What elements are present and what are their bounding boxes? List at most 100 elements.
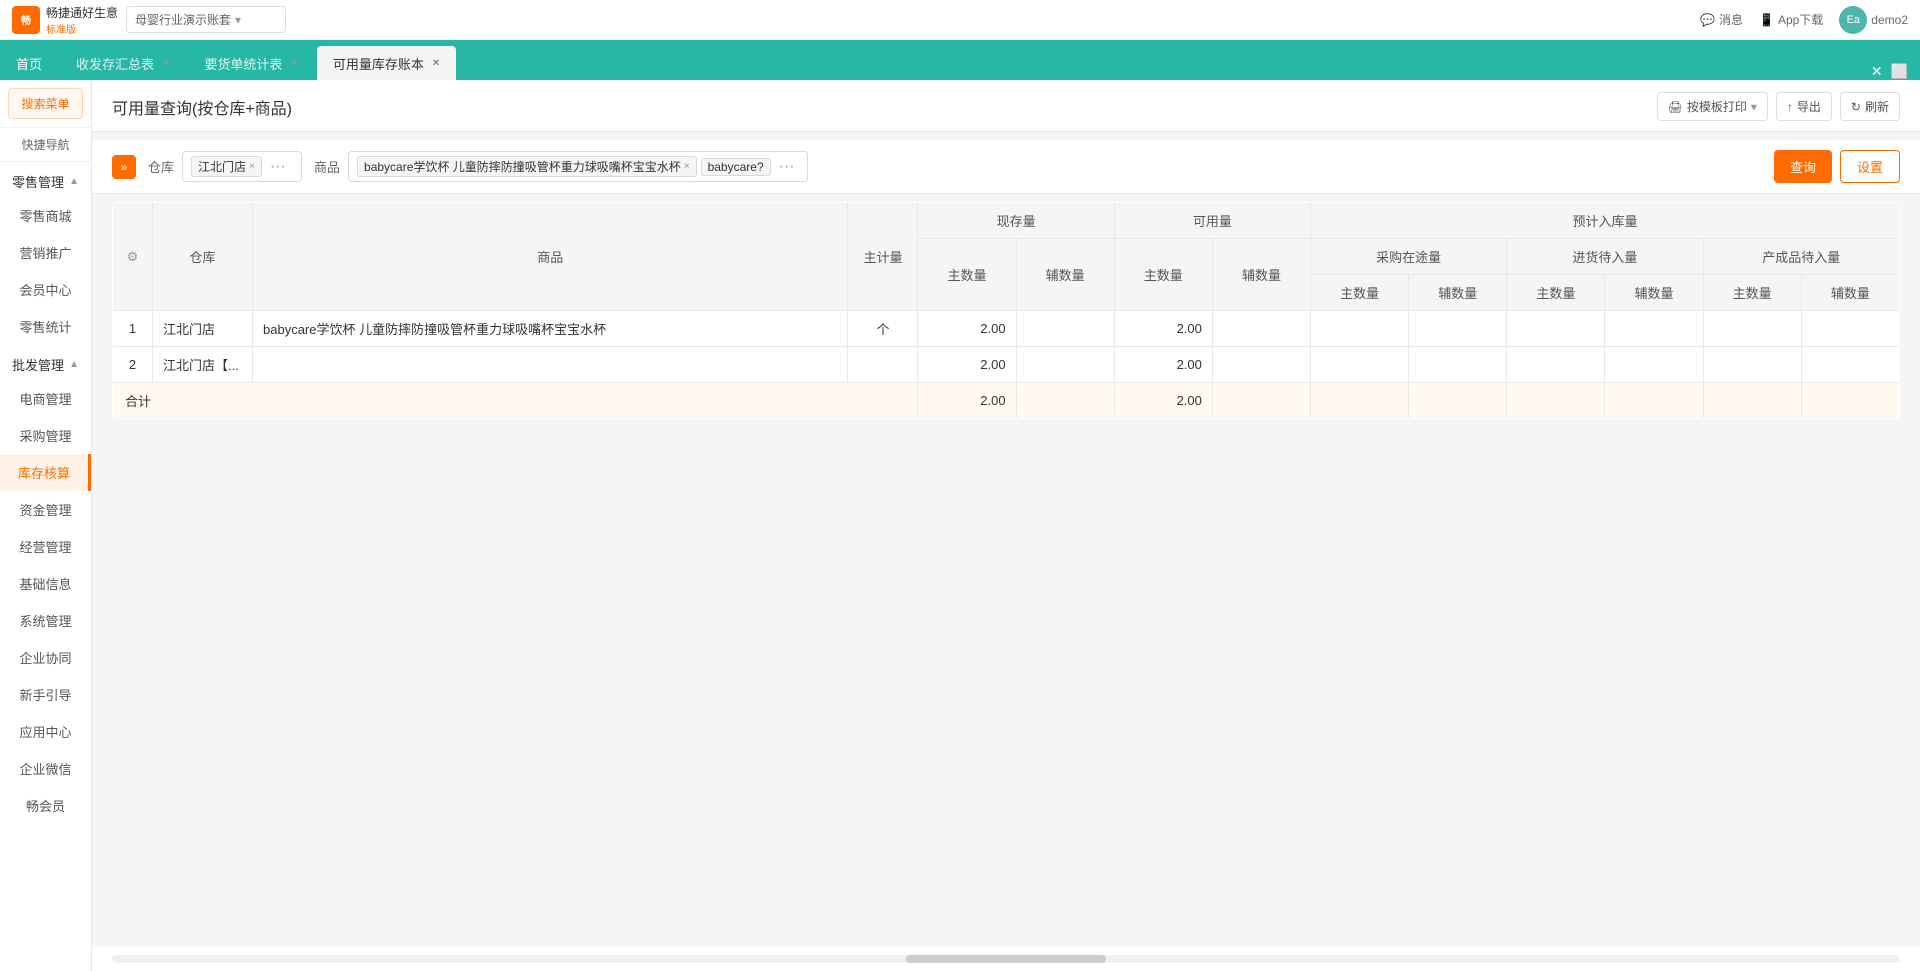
- close-tab-order[interactable]: ✕: [290, 58, 298, 69]
- cell-warehouse: 江北门店【...: [153, 347, 253, 383]
- search-btn[interactable]: 查询: [1774, 150, 1832, 183]
- sidebar-item-retail-mall[interactable]: 零售商城: [0, 197, 91, 234]
- tab-home[interactable]: 首页: [0, 46, 58, 80]
- th-prod-main: 主数量: [1703, 275, 1801, 311]
- app-download-btn[interactable]: 📱 App下载: [1759, 11, 1823, 28]
- print-icon: 🖨: [1668, 100, 1683, 114]
- footer-pur-main: [1311, 383, 1409, 419]
- sidebar-group-retail[interactable]: 零售管理 ▲: [0, 162, 91, 197]
- table-row: 2 江北门店【... 2.00 2.00: [113, 347, 1900, 383]
- logo-area: 畅 畅捷通好生意 标准版: [12, 4, 118, 36]
- print-btn[interactable]: 🖨 按模板打印 ▾: [1657, 92, 1768, 121]
- cell-no: 1: [113, 311, 153, 347]
- horizontal-scrollbar[interactable]: [112, 955, 1900, 963]
- filter-actions: 查询 设置: [1774, 150, 1900, 183]
- cell-prod-main: [1703, 347, 1801, 383]
- sidebar-item-basic-info[interactable]: 基础信息: [0, 565, 91, 602]
- download-icon: 📱: [1759, 13, 1774, 27]
- sidebar-section-wholesale: 批发管理 ▲: [0, 345, 91, 380]
- cell-stock-main: 2.00: [918, 311, 1016, 347]
- table-container: ⚙ 仓库 商品 主计量 现存量 可用量 预计入库量 主数量 辅数量 主数量 辅数…: [92, 194, 1920, 947]
- warehouse-more-dots[interactable]: ···: [266, 158, 290, 176]
- filter-expand-btn[interactable]: »: [112, 155, 136, 179]
- th-pur-aux: 辅数量: [1409, 275, 1507, 311]
- table-footer-row: 合计 2.00 2.00: [113, 383, 1900, 419]
- sidebar-item-member[interactable]: 会员中心: [0, 271, 91, 308]
- close-tab-receive[interactable]: ✕: [162, 58, 170, 69]
- sidebar-item-operations[interactable]: 经营管理: [0, 528, 91, 565]
- sidebar-item-inventory[interactable]: 库存核算: [0, 454, 91, 491]
- th-purchase-transit: 采购在途量: [1311, 239, 1507, 275]
- cell-unit: [848, 347, 918, 383]
- maximize-btn[interactable]: ⬜: [1891, 63, 1908, 80]
- th-stock-group: 现存量: [918, 203, 1114, 239]
- tab-available-inventory[interactable]: 可用量库存账本 ✕: [317, 46, 456, 80]
- page-actions: 🖨 按模板打印 ▾ ↑ 导出 ↻ 刷新: [1657, 92, 1900, 121]
- settings-btn[interactable]: 设置: [1840, 150, 1900, 183]
- sidebar-item-retail-stats[interactable]: 零售统计: [0, 308, 91, 345]
- warehouse-tag: 江北门店 ×: [191, 156, 262, 177]
- cell-pur-main: [1311, 347, 1409, 383]
- th-incoming: 进货待入量: [1507, 239, 1703, 275]
- cell-prod-aux: [1801, 347, 1899, 383]
- cell-product: babycare学饮杯 儿童防摔防撞吸管杯重力球吸嘴杯宝宝水杯: [253, 311, 848, 347]
- search-menu-btn[interactable]: 搜索菜单: [8, 88, 83, 119]
- cell-pur-aux: [1409, 347, 1507, 383]
- th-in-aux: 辅数量: [1605, 275, 1703, 311]
- sidebar-item-ecommerce[interactable]: 电商管理: [0, 380, 91, 417]
- sidebar-item-system[interactable]: 系统管理: [0, 602, 91, 639]
- product-input[interactable]: babycare学饮杯 儿童防摔防撞吸管杯重力球吸嘴杯宝宝水杯 × babyca…: [348, 151, 808, 182]
- th-avail-main: 主数量: [1114, 239, 1212, 311]
- remove-warehouse-tag[interactable]: ×: [249, 161, 255, 172]
- sidebar-search-area: 搜索菜单: [0, 80, 91, 128]
- scrollbar-thumb[interactable]: [906, 955, 1106, 963]
- sidebar-item-marketing[interactable]: 营销推广: [0, 234, 91, 271]
- footer-avail-main: 2.00: [1114, 383, 1212, 419]
- message-btn[interactable]: 💬 消息: [1700, 11, 1743, 28]
- th-expected-group: 预计入库量: [1311, 203, 1900, 239]
- close-tab-available[interactable]: ✕: [432, 58, 440, 69]
- user-menu[interactable]: Ea demo2: [1839, 6, 1908, 34]
- cell-no: 2: [113, 347, 153, 383]
- sidebar-item-app-center[interactable]: 应用中心: [0, 713, 91, 750]
- tenant-selector[interactable]: 母婴行业演示账套 ▾: [126, 6, 286, 33]
- tab-receive-summary[interactable]: 收发存汇总表 ✕: [60, 46, 186, 80]
- sidebar-item-wechat-work[interactable]: 企业微信: [0, 750, 91, 787]
- sidebar-section-retail: 零售管理 ▲ 零售商城 营销推广 会员中心 零售统计: [0, 162, 91, 345]
- sidebar-item-enterprise[interactable]: 企业协同: [0, 639, 91, 676]
- th-unit: 主计量: [848, 203, 918, 311]
- nav-tabs: 首页 收发存汇总表 ✕ 要货单统计表 ✕ 可用量库存账本 ✕ ✕ ⬜: [0, 40, 1920, 80]
- sidebar-item-finance[interactable]: 资金管理: [0, 491, 91, 528]
- footer-stock-aux: [1016, 383, 1114, 419]
- sidebar-item-member2[interactable]: 畅会员: [0, 787, 91, 824]
- th-in-main: 主数量: [1507, 275, 1605, 311]
- remove-product-tag-1[interactable]: ×: [684, 161, 690, 172]
- footer-label: 合计: [113, 383, 918, 419]
- th-settings[interactable]: ⚙: [113, 203, 153, 311]
- refresh-btn[interactable]: ↻ 刷新: [1840, 92, 1900, 121]
- sidebar-item-new-guide[interactable]: 新手引导: [0, 676, 91, 713]
- sidebar-quick-nav[interactable]: 快捷导航: [0, 128, 91, 162]
- export-btn[interactable]: ↑ 导出: [1776, 92, 1832, 121]
- sidebar-item-purchase[interactable]: 采购管理: [0, 417, 91, 454]
- product-filter: 商品 babycare学饮杯 儿童防摔防撞吸管杯重力球吸嘴杯宝宝水杯 × bab…: [314, 151, 808, 182]
- product-tag-1: babycare学饮杯 儿童防摔防撞吸管杯重力球吸嘴杯宝宝水杯 ×: [357, 156, 697, 177]
- close-window-btn[interactable]: ✕: [1871, 63, 1883, 80]
- scroll-area: [92, 947, 1920, 971]
- footer-in-main: [1507, 383, 1605, 419]
- warehouse-label: 仓库: [148, 157, 174, 176]
- footer-in-aux: [1605, 383, 1703, 419]
- warehouse-input[interactable]: 江北门店 × ···: [182, 151, 302, 182]
- arrow-icon-2: ▲: [69, 359, 79, 370]
- sidebar-group-wholesale[interactable]: 批发管理 ▲: [0, 345, 91, 380]
- product-more-dots[interactable]: ···: [775, 158, 799, 176]
- nav-controls: ✕ ⬜: [1859, 63, 1920, 80]
- settings-icon[interactable]: ⚙: [127, 249, 139, 264]
- cell-in-aux: [1605, 347, 1703, 383]
- top-bar: 畅 畅捷通好生意 标准版 母婴行业演示账套 ▾ 💬 消息 📱 App下载 Ea …: [0, 0, 1920, 40]
- warehouse-filter: 仓库 江北门店 × ···: [148, 151, 302, 182]
- tab-order-stats[interactable]: 要货单统计表 ✕: [188, 46, 314, 80]
- th-stock-aux: 辅数量: [1016, 239, 1114, 311]
- filter-area: » 仓库 江北门店 × ··· 商品 babycare学饮杯 儿童防摔防撞吸管杯…: [92, 140, 1920, 194]
- cell-in-aux: [1605, 311, 1703, 347]
